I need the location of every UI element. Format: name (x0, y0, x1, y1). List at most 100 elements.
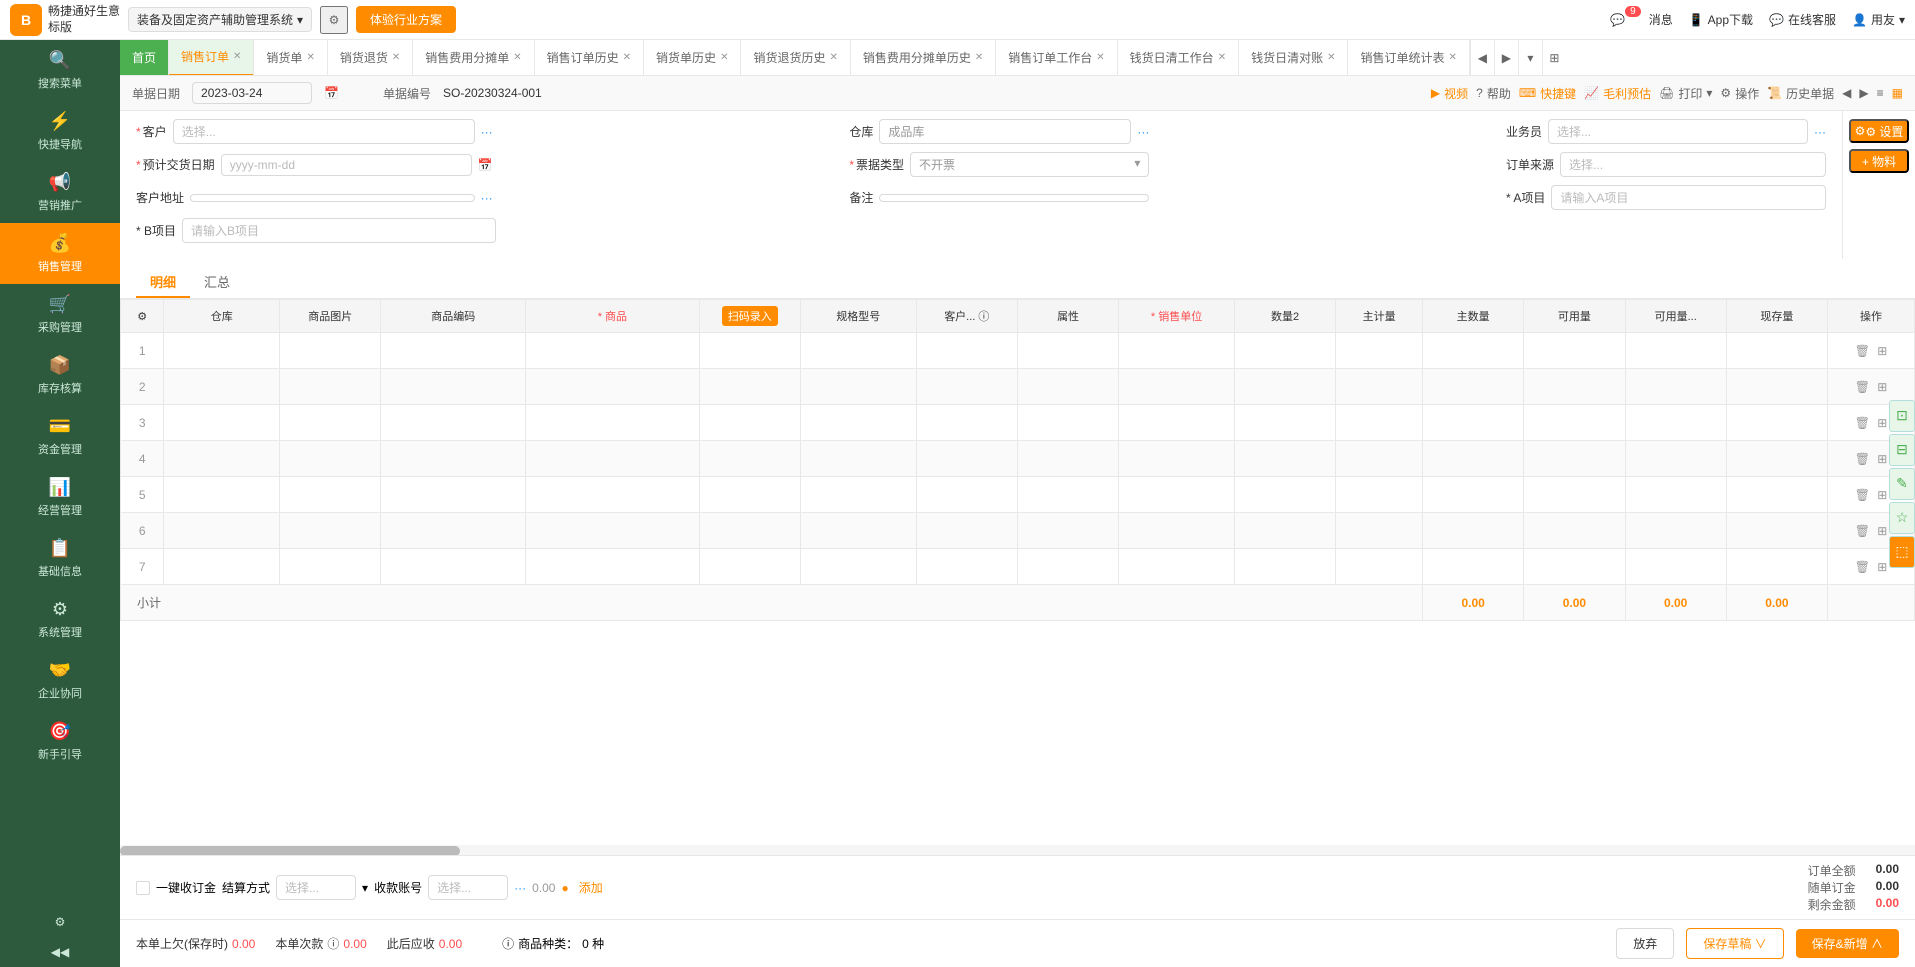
tab-menu-btn[interactable]: ▾ (1518, 40, 1542, 76)
tab-maximize-btn[interactable]: ⊞ (1542, 40, 1566, 76)
customer-input[interactable]: 选择... (173, 119, 475, 144)
account-ellipsis[interactable]: ··· (514, 881, 526, 895)
operate-btn[interactable]: ⚙ 操作 (1720, 85, 1759, 102)
tab-close-stats[interactable]: ✕ (1449, 52, 1457, 63)
order-source-input[interactable]: 选择... (1560, 152, 1826, 177)
row-copy-icon[interactable]: ⊞ (1877, 524, 1887, 538)
tab-stats[interactable]: 销售订单统计表 ✕ (1348, 40, 1469, 76)
view-video-btn[interactable]: ▶ 视频 (1431, 85, 1468, 102)
profit-btn[interactable]: 📈 毛利预估 (1584, 85, 1651, 102)
row-copy-icon[interactable]: ⊞ (1877, 416, 1887, 430)
row-copy-icon[interactable]: ⊞ (1877, 488, 1887, 502)
tab-close-return-history[interactable]: ✕ (829, 52, 837, 63)
app-download-button[interactable]: 📱 App下载 (1689, 11, 1753, 28)
salesperson-ellipsis[interactable]: ··· (1814, 125, 1826, 139)
tab-daily-workbench[interactable]: 钱货日清工作台 ✕ (1118, 40, 1239, 76)
sidebar-item-system[interactable]: ⚙ 系统管理 (0, 589, 120, 650)
sidebar-item-collab[interactable]: 🤝 企业协同 (0, 650, 120, 711)
online-service-button[interactable]: 💬 在线客服 (1769, 11, 1836, 28)
row-delete-icon[interactable]: 🗑 (1855, 344, 1870, 358)
row-copy-icon[interactable]: ⊞ (1877, 380, 1887, 394)
tab-close-goods-history[interactable]: ✕ (720, 52, 728, 63)
sidebar-item-purchase[interactable]: 🛒 采购管理 (0, 284, 120, 345)
help-btn[interactable]: ? 帮助 (1476, 85, 1511, 102)
row-delete-icon[interactable]: 🗑 (1855, 488, 1870, 502)
calendar-icon[interactable]: 📅 (324, 86, 339, 100)
tab-goods-history[interactable]: 销货单历史 ✕ (644, 40, 741, 76)
float-btn-3[interactable]: ✎ (1889, 468, 1915, 500)
payment-method-select[interactable]: 选择... (276, 875, 356, 900)
sidebar-item-marketing[interactable]: 📢 营销推广 (0, 162, 120, 223)
sidebar-settings-btn[interactable]: ⚙ (0, 907, 120, 937)
row-delete-icon[interactable]: 🗑 (1855, 416, 1870, 430)
sub-tab-summary[interactable]: 汇总 (190, 267, 244, 298)
settings-icon[interactable]: ⚙ (320, 6, 348, 34)
tab-prev-btn[interactable]: ◀ (1470, 40, 1494, 76)
sidebar-item-ops[interactable]: 📊 经营管理 (0, 467, 120, 528)
horizontal-scrollbar[interactable] (120, 845, 1915, 855)
history-btn[interactable]: 📜 历史单据 (1767, 85, 1834, 102)
row-copy-icon[interactable]: ⊞ (1877, 452, 1887, 466)
tab-next-btn[interactable]: ▶ (1494, 40, 1518, 76)
float-btn-4[interactable]: ☆ (1889, 502, 1915, 534)
next-record-btn[interactable]: ▶ (1859, 86, 1868, 100)
tab-close-daily-reconcile[interactable]: ✕ (1327, 52, 1335, 63)
sidebar-collapse-btn[interactable]: ◀◀ (0, 937, 120, 967)
tab-daily-reconcile[interactable]: 钱货日清对账 ✕ (1239, 40, 1348, 76)
prev-record-btn[interactable]: ◀ (1842, 86, 1851, 100)
customer-ellipsis[interactable]: ··· (481, 125, 493, 139)
trial-button[interactable]: 体验行业方案 (356, 6, 456, 33)
float-btn-2[interactable]: ⊟ (1889, 434, 1915, 466)
sidebar-item-sales[interactable]: 💰 销售管理 (0, 223, 120, 284)
add-payment-btn[interactable]: 添加 (579, 879, 603, 896)
grid-view-btn[interactable]: ≡ (1877, 86, 1884, 100)
scan-button[interactable]: 扫码录入 (722, 306, 778, 326)
invoice-select[interactable]: 不开票 ▾ (910, 152, 1149, 177)
tab-close-daily-workbench[interactable]: ✕ (1218, 52, 1226, 63)
tab-return-history[interactable]: 销货退货历史 ✕ (741, 40, 850, 76)
remark-input[interactable] (879, 194, 1149, 202)
tab-order-workbench[interactable]: 销售订单工作台 ✕ (996, 40, 1117, 76)
tab-close-sales-return[interactable]: ✕ (392, 52, 400, 63)
tab-sales-return[interactable]: 销货退货 ✕ (328, 40, 413, 76)
row-copy-icon[interactable]: ⊞ (1877, 560, 1887, 574)
message-button[interactable]: 💬 9 消息 (1610, 11, 1673, 28)
tab-sales-goods[interactable]: 销货单 ✕ (254, 40, 327, 76)
sidebar-item-nav[interactable]: ⚡ 快捷导航 (0, 101, 120, 162)
col-settings[interactable]: ⚙ (121, 300, 164, 333)
row-delete-icon[interactable]: 🗑 (1855, 380, 1870, 394)
sub-tab-detail[interactable]: 明细 (136, 267, 190, 298)
user-menu[interactable]: 👤 用友 ▾ (1852, 11, 1905, 28)
delivery-calendar-icon[interactable]: 📅 (478, 158, 493, 172)
add-material-btn[interactable]: + 物料 (1849, 149, 1909, 173)
delivery-input[interactable]: yyyy-mm-dd (221, 154, 472, 176)
warehouse-ellipsis[interactable]: ··· (1137, 125, 1149, 139)
tab-order-history[interactable]: 销售订单历史 ✕ (535, 40, 644, 76)
sidebar-item-basic[interactable]: 📋 基础信息 (0, 528, 120, 589)
sidebar-item-guide[interactable]: 🎯 新手引导 (0, 711, 120, 772)
row-delete-icon[interactable]: 🗑 (1855, 560, 1870, 574)
tab-close-order-workbench[interactable]: ✕ (1096, 52, 1104, 63)
address-input[interactable] (190, 194, 475, 202)
salesperson-input[interactable]: 选择... (1548, 119, 1808, 144)
float-btn-5[interactable]: ⬚ (1889, 536, 1915, 568)
tile-view-btn[interactable]: ▦ (1892, 86, 1903, 100)
tab-home[interactable]: 首页 (120, 40, 169, 76)
address-ellipsis[interactable]: ··· (481, 191, 493, 205)
date-input[interactable]: 2023-03-24 (192, 82, 312, 104)
tab-close-expense-split[interactable]: ✕ (513, 52, 521, 63)
shortcut-btn[interactable]: ⌨ 快捷键 (1519, 85, 1576, 102)
tab-close-sales-goods[interactable]: ✕ (306, 52, 314, 63)
b-project-input[interactable]: 请输入B项目 (182, 218, 496, 243)
tab-close-order-history[interactable]: ✕ (623, 52, 631, 63)
float-btn-1[interactable]: ⊡ (1889, 400, 1915, 432)
print-btn[interactable]: 🖨 打印 ▾ (1659, 85, 1712, 102)
tab-close-sales-order[interactable]: ✕ (233, 51, 241, 62)
sidebar-item-inventory[interactable]: 📦 库存核算 (0, 345, 120, 406)
tab-close-expense-history[interactable]: ✕ (975, 52, 983, 63)
warehouse-input[interactable]: 成品库 (879, 119, 1131, 144)
row-delete-icon[interactable]: 🗑 (1855, 524, 1870, 538)
settings-panel-btn[interactable]: ⚙ ⚙ 设置 (1849, 119, 1909, 143)
tab-expense-history[interactable]: 销售费用分摊单历史 ✕ (851, 40, 996, 76)
row-delete-icon[interactable]: 🗑 (1855, 452, 1870, 466)
